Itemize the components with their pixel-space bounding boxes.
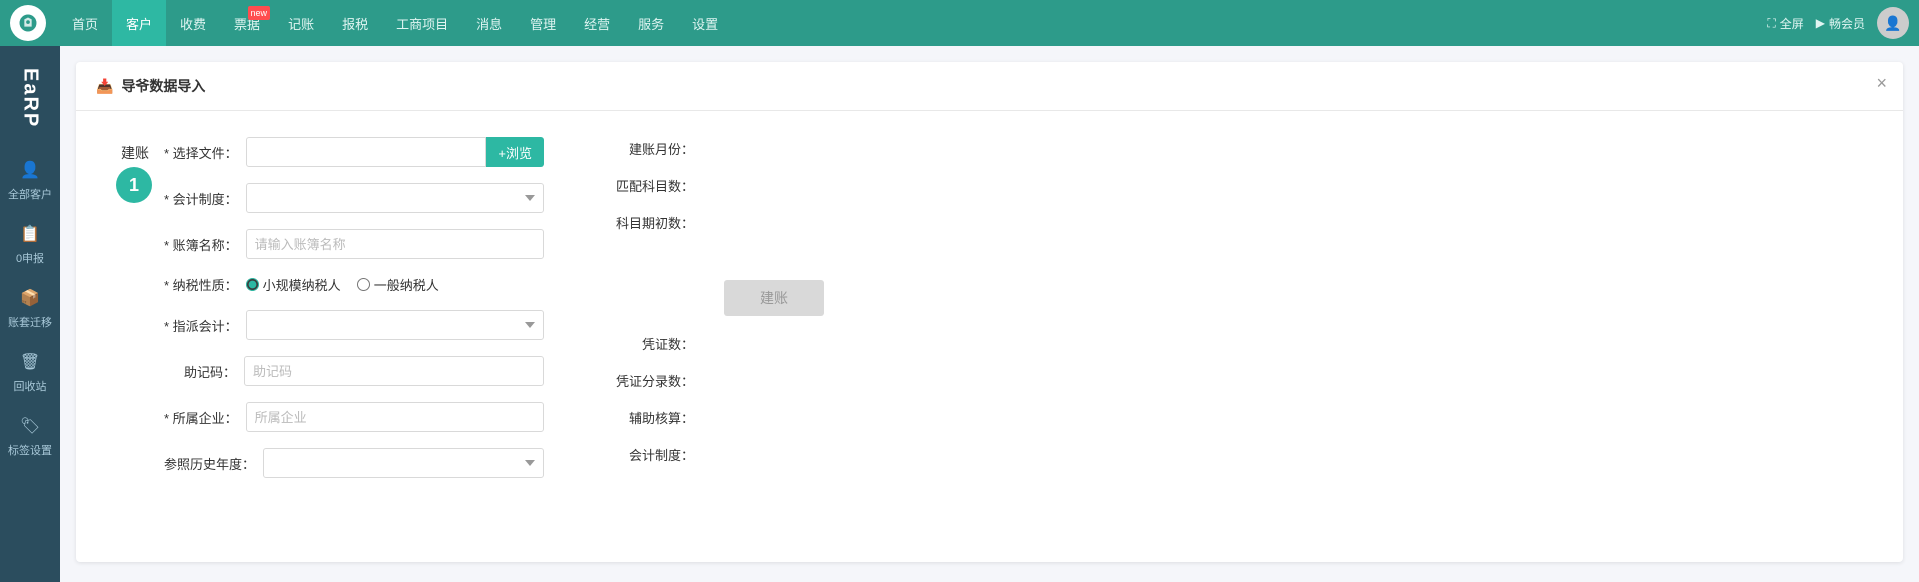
nav-management[interactable]: 管理 [516, 0, 570, 46]
browse-button[interactable]: +浏览 [486, 137, 544, 167]
layout: EaRP 👤 全部客户 📋 0申报 📦 账套迁移 🗑 回收站 🏷 标签设置 📥 … [0, 46, 1919, 582]
ref-year-select[interactable] [263, 448, 544, 478]
tax-nature-label: * 纳税性质： [164, 275, 238, 294]
form-container: 建账 1 * 选择文件： +浏览 [76, 111, 1903, 498]
sidebar: EaRP 👤 全部客户 📋 0申报 📦 账套迁移 🗑 回收站 🏷 标签设置 [0, 46, 60, 582]
nav-fees[interactable]: 收费 [166, 0, 220, 46]
member-button[interactable]: ▶ 畅会员 [1816, 15, 1865, 32]
nav-home[interactable]: 首页 [58, 0, 112, 46]
match-subject-label: 匹配科目数： [604, 176, 694, 195]
owner-company-input[interactable] [246, 402, 544, 432]
nav-business-project[interactable]: 工商项目 [382, 0, 462, 46]
play-icon: ▶ [1816, 16, 1825, 30]
accounting-system-row: * 会计制度： [164, 183, 544, 213]
fullscreen-icon: ⛶ [1767, 16, 1775, 31]
account-migration-icon: 📦 [18, 286, 42, 310]
assign-accountant-row: * 指派会计： [164, 310, 544, 340]
owner-company-row: * 所属企业： [164, 402, 544, 432]
nav-operations[interactable]: 经营 [570, 0, 624, 46]
accounting-system-select[interactable] [246, 183, 544, 213]
top-navigation: 首页 客户 收费 票据 new 记账 报税 工商项目 消息 管理 经营 服务 设… [0, 0, 1919, 46]
general-taxpayer-radio[interactable] [357, 278, 370, 291]
avatar-icon: 👤 [1884, 15, 1901, 32]
assign-accountant-select[interactable] [246, 310, 544, 340]
nav-invoice[interactable]: 票据 new [220, 0, 274, 46]
sidebar-item-recycle-bin[interactable]: 🗑 回收站 [0, 342, 60, 402]
ledger-name-label: * 账簿名称： [164, 235, 238, 254]
nav-service[interactable]: 服务 [624, 0, 678, 46]
recycle-bin-icon: 🗑 [18, 350, 42, 374]
subject-initial-row: 科目期初数： [604, 213, 1863, 232]
ref-year-row: 参照历史年度： [164, 448, 544, 478]
build-account-button[interactable]: 建账 [724, 280, 824, 316]
nav-customer[interactable]: 客户 [112, 0, 166, 46]
panel-title: 导爷数据导入 [121, 76, 205, 96]
panel-header: 📥 导爷数据导入 [76, 62, 1903, 111]
app-logo[interactable] [10, 5, 46, 41]
tax-nature-radio-group: 小规模纳税人 一般纳税人 [246, 275, 544, 294]
earp-label: EaRP [19, 60, 42, 136]
accounting-system-label: * 会计制度： [164, 189, 238, 208]
all-customers-icon: 👤 [18, 158, 42, 182]
account-month-row: 建账月份： [604, 139, 1863, 158]
tax-nature-row: * 纳税性质： 小规模纳税人 一般纳税人 [164, 275, 544, 294]
aux-accounting-label: 辅助核算： [604, 408, 694, 427]
nav-settings[interactable]: 设置 [678, 0, 732, 46]
file-select-input[interactable] [246, 137, 487, 167]
nav-bookkeeping[interactable]: 记账 [274, 0, 328, 46]
step-circle: 1 [116, 167, 152, 203]
voucher-count-label: 凭证数： [604, 334, 694, 353]
memo-code-label: 助记码： [164, 362, 236, 381]
zero-declaration-icon: 📋 [18, 222, 42, 246]
panel-header-icon: 📥 [96, 78, 113, 95]
ledger-name-input[interactable] [246, 229, 544, 259]
voucher-count-row: 凭证数： [604, 334, 1863, 353]
step-label: 建账 [119, 143, 149, 163]
general-taxpayer-radio-label[interactable]: 一般纳税人 [357, 275, 439, 294]
memo-code-input[interactable] [244, 356, 544, 386]
subject-initial-label: 科目期初数： [604, 213, 694, 232]
fullscreen-button[interactable]: ⛶ 全屏 [1767, 15, 1803, 32]
form-fields: * 选择文件： +浏览 * 会计制度： [164, 131, 544, 478]
nav-right: ⛶ 全屏 ▶ 畅会员 👤 [1767, 7, 1909, 39]
voucher-entries-row: 凭证分录数： [604, 371, 1863, 390]
import-panel: 📥 导爷数据导入 × 建账 1 * 选择文件： [76, 62, 1903, 562]
sidebar-item-all-customers[interactable]: 👤 全部客户 [0, 150, 60, 210]
nav-items: 首页 客户 收费 票据 new 记账 报税 工商项目 消息 管理 经营 服务 设… [58, 0, 1767, 46]
voucher-entries-label: 凭证分录数： [604, 371, 694, 390]
main-content: 📥 导爷数据导入 × 建账 1 * 选择文件： [60, 46, 1919, 582]
nav-message[interactable]: 消息 [462, 0, 516, 46]
nav-tax[interactable]: 报税 [328, 0, 382, 46]
sidebar-item-account-migration[interactable]: 📦 账套迁移 [0, 278, 60, 338]
sidebar-item-tag-settings[interactable]: 🏷 标签设置 [0, 406, 60, 466]
memo-code-row: 助记码： [164, 356, 544, 386]
account-month-label: 建账月份： [604, 139, 694, 158]
tag-settings-icon: 🏷 [18, 414, 42, 438]
ref-year-label: 参照历史年度： [164, 454, 255, 473]
sidebar-item-zero-declaration[interactable]: 📋 0申报 [0, 214, 60, 274]
avatar[interactable]: 👤 [1877, 7, 1909, 39]
small-scale-radio[interactable] [246, 278, 259, 291]
new-badge: new [248, 6, 271, 20]
aux-accounting-row: 辅助核算： [604, 408, 1863, 427]
match-subject-row: 匹配科目数： [604, 176, 1863, 195]
right-panel-inner: 建账月份： 匹配科目数： 科目期初数： 建账 [604, 139, 1863, 464]
accounting-system2-label: 会计制度： [604, 445, 694, 464]
form-right: 建账月份： 匹配科目数： 科目期初数： 建账 [544, 131, 1863, 478]
file-select-row: * 选择文件： +浏览 [164, 137, 544, 167]
ledger-name-row: * 账簿名称： [164, 229, 544, 259]
owner-company-label: * 所属企业： [164, 408, 238, 427]
accounting-system2-row: 会计制度： [604, 445, 1863, 464]
file-input-group: +浏览 [246, 137, 544, 167]
small-scale-radio-label[interactable]: 小规模纳税人 [246, 275, 341, 294]
assign-accountant-label: * 指派会计： [164, 316, 238, 335]
step-block: 建账 1 * 选择文件： +浏览 [116, 131, 544, 478]
close-button[interactable]: × [1876, 74, 1887, 92]
file-select-label: * 选择文件： [164, 143, 238, 162]
